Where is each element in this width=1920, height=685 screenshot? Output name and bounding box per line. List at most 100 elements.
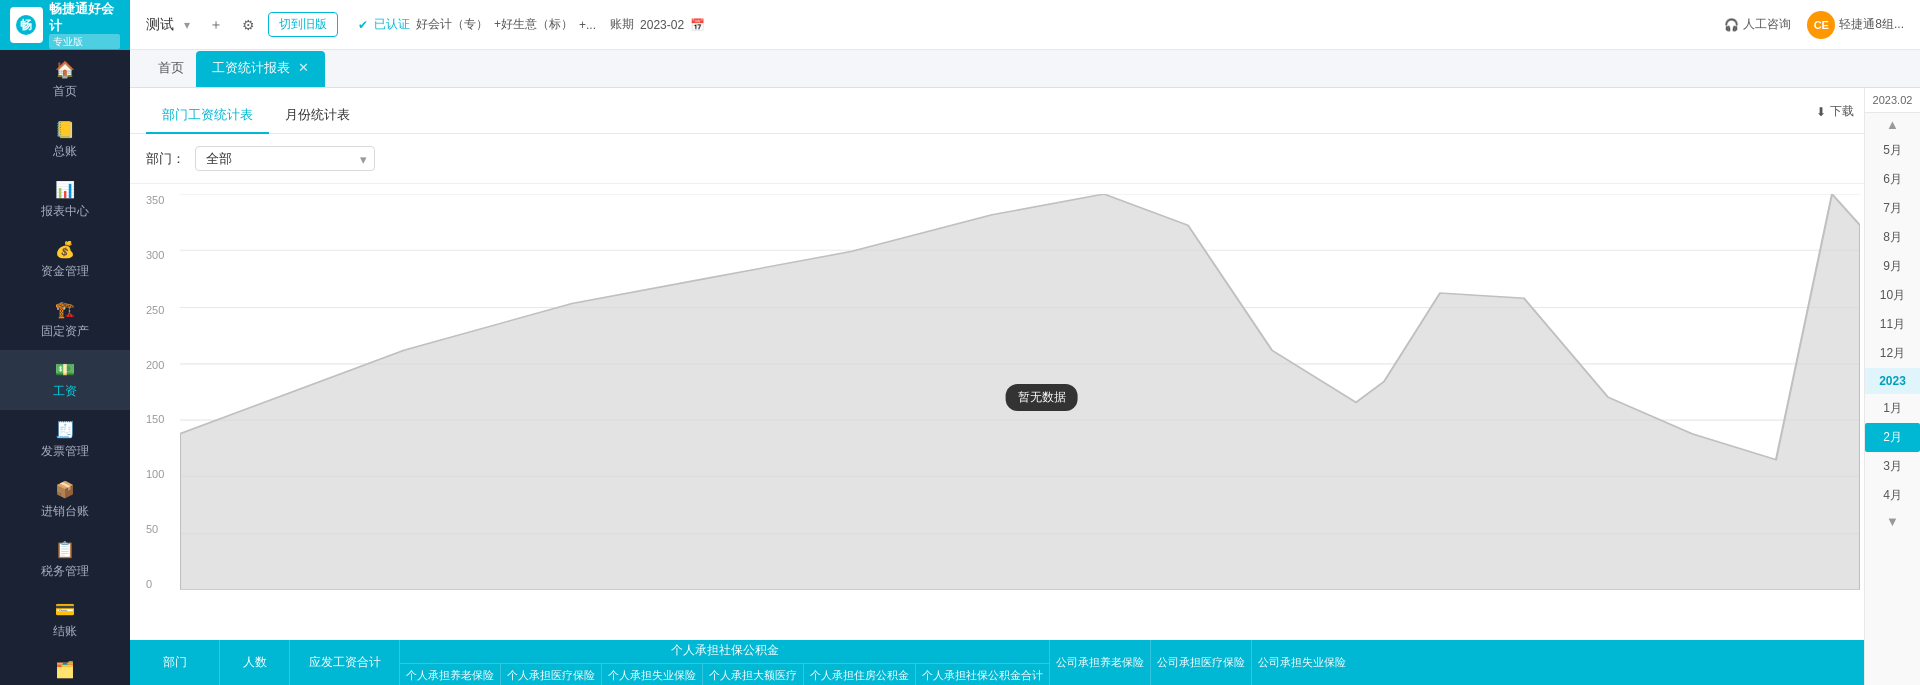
date-month-10[interactable]: 10月 [1865,281,1920,310]
period-label: 账期 [610,16,634,33]
certified-icon: ✔ [358,18,368,32]
col-total-salary: 应发工资合计 [290,640,400,685]
tax-icon: 📋 [55,540,75,559]
chart-container: 0 50 100 150 200 250 300 350 [130,184,1920,640]
invoice-icon: 🧾 [55,420,75,439]
calendar-icon[interactable]: 📅 [690,18,705,32]
user-profile[interactable]: CE 轻捷通8组... [1807,11,1904,39]
department-select[interactable]: 全部 部门A 部门B [195,146,375,171]
col-company-unemployment: 公司承担失业保险 [1252,640,1352,685]
date-year-2023: 2023 [1865,368,1920,394]
y-label-200: 200 [146,359,176,371]
date-month-5[interactable]: 5月 [1865,136,1920,165]
tab-bar: 首页 工资统计报表 ✕ [130,50,1920,88]
status-good-business: +好生意（标） [494,16,573,33]
col-company-medical: 公司承担医疗保险 [1151,640,1252,685]
sidebar: 畅 畅捷通好会计 专业版 🏠 首页 📒 总账 📊 报表中心 💰 资金管理 🏗️ … [0,0,130,685]
sub-tab-department[interactable]: 部门工资统计表 [146,98,269,134]
home-icon: 🏠 [55,60,75,79]
y-label-150: 150 [146,413,176,425]
sidebar-item-checkout[interactable]: 💳 结账 [0,590,130,650]
col-group-personal-insurance: 个人承担社保公积金 个人承担养老保险 个人承担医疗保险 个人承担失业保险 个人承… [400,640,1050,685]
y-label-300: 300 [146,249,176,261]
period-value: 2023-02 [640,18,684,32]
avatar: CE [1807,11,1835,39]
topbar-dropdown-arrow[interactable]: ▾ [184,18,190,32]
col-personal-major-medical: 个人承担大额医疗 [703,664,804,685]
sidebar-item-archive[interactable]: 🗂️ 归档管理 [0,650,130,685]
y-label-100: 100 [146,468,176,480]
table-footer: 部门 人数 应发工资合计 个人承担社保公积金 个人承担养老保险 个人承担医疗保险 [130,640,1920,685]
sidebar-nav: 🏠 首页 📒 总账 📊 报表中心 💰 资金管理 🏗️ 固定资产 💵 工资 🧾 发… [0,50,130,685]
col-personal-medical: 个人承担医疗保险 [501,664,602,685]
sidebar-item-assets[interactable]: 🏗️ 固定资产 [0,290,130,350]
tab-home[interactable]: 首页 [146,51,196,87]
sidebar-item-report[interactable]: 📊 报表中心 [0,170,130,230]
topbar-right: 🎧 人工咨询 CE 轻捷通8组... [1724,11,1904,39]
checkout-icon: 💳 [55,600,75,619]
y-label-50: 50 [146,523,176,535]
sidebar-logo: 畅 畅捷通好会计 专业版 [0,0,130,50]
content-area: 部门工资统计表 月份统计表 ⬇ 下载 ↻ 刷新 部门： 全部 [130,88,1920,685]
col-personal-housing-fund: 个人承担住房公积金 [804,664,916,685]
add-button[interactable]: ＋ [204,13,228,37]
date-month-1[interactable]: 1月 [1865,394,1920,423]
topbar: 测试 ▾ ＋ ⚙ 切到旧版 ✔ 已认证 好会计（专） +好生意（标） +... … [130,0,1920,50]
date-month-3[interactable]: 3月 [1865,452,1920,481]
sidebar-item-tax[interactable]: 📋 税务管理 [0,530,130,590]
date-month-12[interactable]: 12月 [1865,339,1920,368]
sidebar-item-ledger[interactable]: 📒 总账 [0,110,130,170]
username: 轻捷通8组... [1839,16,1904,33]
logo-text: 畅捷通好会计 专业版 [49,1,120,50]
topbar-title: 测试 [146,16,174,34]
salary-icon: 💵 [55,360,75,379]
date-month-11[interactable]: 11月 [1865,310,1920,339]
settings-gear-button[interactable]: ⚙ [236,13,260,37]
assets-icon: 🏗️ [55,300,75,319]
y-label-250: 250 [146,304,176,316]
download-button[interactable]: ⬇ 下载 [1816,103,1854,120]
status-more: +... [579,18,596,32]
ledger-icon: 📒 [55,120,75,139]
chart-tooltip: 暂无数据 [1006,384,1078,411]
date-month-6[interactable]: 6月 [1865,165,1920,194]
filter-bar: 部门： 全部 部门A 部门B ▾ [130,134,1920,184]
sub-tab-monthly[interactable]: 月份统计表 [269,98,366,134]
col-group-personal-insurance-children: 个人承担养老保险 个人承担医疗保险 个人承担失业保险 个人承担大额医疗 个人承担… [400,664,1049,685]
main-area: 测试 ▾ ＋ ⚙ 切到旧版 ✔ 已认证 好会计（专） +好生意（标） +... … [130,0,1920,685]
archive-icon: 🗂️ [55,660,75,679]
tab-salary-report[interactable]: 工资统计报表 ✕ [196,51,325,87]
status-certified: 已认证 [374,16,410,33]
fund-icon: 💰 [55,240,75,259]
col-company-pension: 公司承担养老保险 [1050,640,1151,685]
date-panel-up[interactable]: ▲ [1865,113,1920,136]
col-count: 人数 [220,640,290,685]
department-select-wrap: 全部 部门A 部门B ▾ [195,146,375,171]
col-department: 部门 [130,640,220,685]
headset-icon: 🎧 [1724,18,1739,32]
tab-close-button[interactable]: ✕ [298,60,309,75]
topbar-actions: ＋ ⚙ 切到旧版 [204,12,338,37]
sidebar-item-salary[interactable]: 💵 工资 [0,350,130,410]
date-panel: 2023.02 ▲ 5月 6月 7月 8月 9月 10月 11月 12月 202… [1864,88,1920,685]
date-month-8[interactable]: 8月 [1865,223,1920,252]
report-icon: 📊 [55,180,75,199]
sidebar-item-home[interactable]: 🏠 首页 [0,50,130,110]
y-label-350: 350 [146,194,176,206]
sidebar-item-invoice[interactable]: 🧾 发票管理 [0,410,130,470]
sidebar-item-fund[interactable]: 💰 资金管理 [0,230,130,290]
date-panel-year: 2023.02 [1865,88,1920,113]
date-month-7[interactable]: 7月 [1865,194,1920,223]
date-month-9[interactable]: 9月 [1865,252,1920,281]
sidebar-item-trade[interactable]: 📦 进销台账 [0,470,130,530]
col-personal-pension: 个人承担养老保险 [400,664,501,685]
status-good-accounting: 好会计（专） [416,16,488,33]
date-month-2-active[interactable]: 2月 [1865,423,1920,452]
switch-old-version-button[interactable]: 切到旧版 [268,12,338,37]
date-panel-down[interactable]: ▼ [1865,510,1920,533]
filter-label: 部门： [146,150,185,168]
col-personal-total: 个人承担社保公积金合计 [916,664,1049,685]
logo-icon: 畅 [10,7,43,43]
date-month-4[interactable]: 4月 [1865,481,1920,510]
human-consult-button[interactable]: 🎧 人工咨询 [1724,16,1791,33]
